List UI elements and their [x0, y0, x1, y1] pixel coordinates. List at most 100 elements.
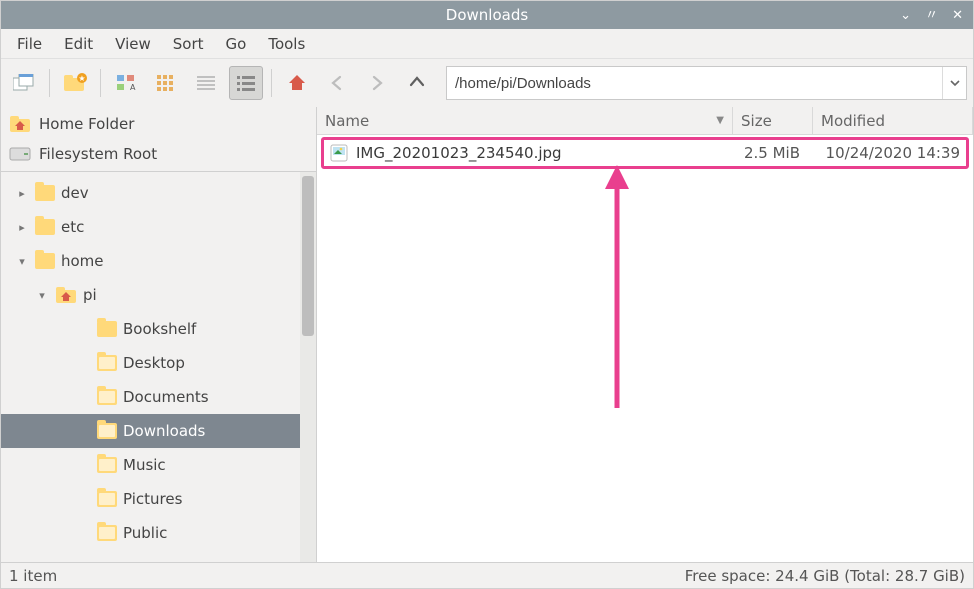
arrow-left-icon [327, 73, 347, 93]
folder-icon [97, 321, 117, 337]
tree-label: Public [123, 524, 167, 542]
tree-bookshelf[interactable]: Bookshelf [1, 312, 300, 346]
tree-public[interactable]: Public [1, 516, 300, 550]
titlebar: Downloads ⌄ 〃 ✕ [1, 1, 973, 29]
tree-label: Desktop [123, 354, 185, 372]
view-details-button[interactable] [229, 66, 263, 100]
new-folder-button[interactable]: ★ [58, 66, 92, 100]
window-controls: ⌄ 〃 ✕ [900, 1, 963, 29]
menu-view[interactable]: View [105, 31, 161, 57]
status-free-space: Free space: 24.4 GiB (Total: 28.7 GiB) [685, 567, 965, 585]
col-size-header[interactable]: Size [733, 107, 813, 134]
annotation-arrow-icon [597, 163, 637, 413]
menu-go[interactable]: Go [216, 31, 257, 57]
collapse-icon[interactable]: ▾ [35, 289, 49, 302]
file-size-cell: 2.5 MiB [726, 144, 806, 162]
location-bar [446, 66, 967, 100]
menu-tools[interactable]: Tools [258, 31, 315, 57]
up-button[interactable] [400, 66, 434, 100]
home-button[interactable] [280, 66, 314, 100]
menu-sort[interactable]: Sort [163, 31, 214, 57]
path-history-dropdown[interactable] [942, 67, 966, 99]
new-folder-icon: ★ [63, 73, 87, 93]
tree-documents[interactable]: Documents [1, 380, 300, 414]
file-name-cell: IMG_20201023_234540.jpg [324, 144, 726, 162]
tree-scrollbar[interactable] [300, 172, 316, 562]
file-name: IMG_20201023_234540.jpg [356, 144, 562, 162]
dir-tree: ▸ dev ▸ etc ▾ home ▾ pi Bookshelf Desktop D… [1, 172, 300, 562]
folder-icon [35, 185, 55, 201]
tree-music[interactable]: Music [1, 448, 300, 482]
places-fsroot-label: Filesystem Root [39, 145, 157, 163]
disk-icon [9, 146, 31, 162]
tree-pi[interactable]: ▾ pi [1, 278, 300, 312]
back-button[interactable] [320, 66, 354, 100]
forward-button[interactable] [360, 66, 394, 100]
image-file-icon [330, 144, 348, 162]
file-modified-cell: 10/24/2020 14:39 [806, 144, 966, 162]
arrow-up-icon [407, 73, 427, 93]
places-fsroot[interactable]: Filesystem Root [1, 139, 316, 169]
file-row[interactable]: IMG_20201023_234540.jpg 2.5 MiB 10/24/20… [321, 137, 969, 169]
status-items: 1 item [9, 567, 57, 585]
col-name-label: Name [325, 112, 369, 130]
minimize-icon[interactable]: ⌄ [900, 9, 911, 22]
chevron-down-icon [949, 77, 961, 89]
thumb-view-icon [155, 73, 177, 93]
view-thumb-button[interactable] [149, 66, 183, 100]
maximize-icon[interactable]: 〃 [925, 9, 938, 22]
tree-label: Music [123, 456, 166, 474]
desktop-folder-icon [97, 355, 117, 371]
documents-folder-icon [97, 389, 117, 405]
separator [271, 69, 272, 97]
downloads-folder-icon [97, 423, 117, 439]
sort-indicator-icon: ▼ [716, 115, 724, 126]
menu-edit[interactable]: Edit [54, 31, 103, 57]
tree-label: home [61, 252, 104, 270]
tree-home[interactable]: ▾ home [1, 244, 300, 278]
tree-dev[interactable]: ▸ dev [1, 176, 300, 210]
tree-desktop[interactable]: Desktop [1, 346, 300, 380]
column-headers: Name ▼ Size Modified [317, 107, 973, 135]
main-split: Home Folder Filesystem Root ▸ dev ▸ etc ▾ h… [1, 107, 973, 562]
home-folder-icon [55, 286, 77, 304]
arrow-right-icon [367, 73, 387, 93]
tree-label: Downloads [123, 422, 205, 440]
close-icon[interactable]: ✕ [952, 9, 963, 22]
tree-label: dev [61, 184, 89, 202]
side-panel: Home Folder Filesystem Root ▸ dev ▸ etc ▾ h… [1, 107, 317, 562]
separator [100, 69, 101, 97]
svg-text:A: A [130, 83, 136, 92]
places-home[interactable]: Home Folder [1, 109, 316, 139]
public-folder-icon [97, 525, 117, 541]
tree-pictures[interactable]: Pictures [1, 482, 300, 516]
tree-downloads[interactable]: Downloads [1, 414, 300, 448]
new-tab-button[interactable] [7, 66, 41, 100]
tab-icon [13, 74, 35, 92]
expand-icon[interactable]: ▸ [15, 187, 29, 200]
menu-file[interactable]: File [7, 31, 52, 57]
places-home-label: Home Folder [39, 115, 134, 133]
places-list: Home Folder Filesystem Root [1, 107, 316, 172]
home-folder-icon [9, 115, 31, 133]
separator [49, 69, 50, 97]
tree-label: Documents [123, 388, 209, 406]
statusbar: 1 item Free space: 24.4 GiB (Total: 28.7… [1, 562, 973, 588]
expand-icon[interactable]: ▸ [15, 221, 29, 234]
collapse-icon[interactable]: ▾ [15, 255, 29, 268]
folder-icon [35, 219, 55, 235]
tree-label: etc [61, 218, 84, 236]
file-area[interactable]: IMG_20201023_234540.jpg 2.5 MiB 10/24/20… [317, 135, 973, 562]
view-icons-button[interactable]: A [109, 66, 143, 100]
svg-text:★: ★ [78, 74, 85, 83]
pictures-folder-icon [97, 491, 117, 507]
view-compact-button[interactable] [189, 66, 223, 100]
scrollbar-thumb[interactable] [302, 176, 314, 336]
file-list-panel: Name ▼ Size Modified IMG_20201023_234540… [317, 107, 973, 562]
tree-etc[interactable]: ▸ etc [1, 210, 300, 244]
col-modified-header[interactable]: Modified [813, 107, 973, 134]
tree-label: Pictures [123, 490, 182, 508]
path-input[interactable] [447, 75, 942, 92]
folder-icon [35, 253, 55, 269]
col-name-header[interactable]: Name ▼ [317, 107, 733, 134]
